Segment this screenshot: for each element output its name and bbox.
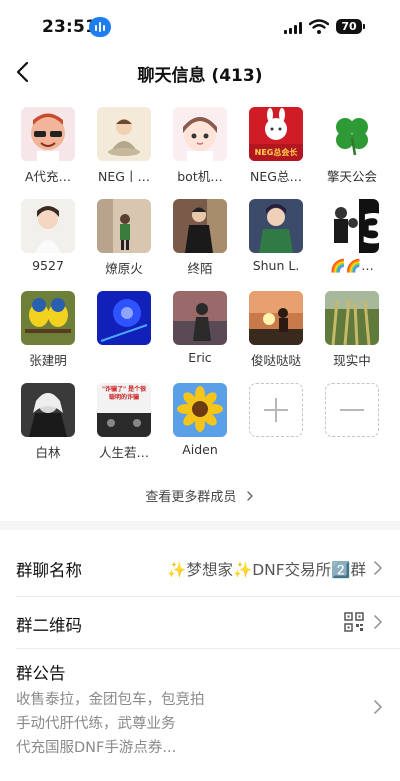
page-title: 聊天信息 (413) bbox=[137, 66, 263, 86]
group-name-value: ✨梦想家✨DNF交易所2️⃣群 bbox=[167, 561, 366, 579]
member-avatar bbox=[21, 291, 75, 345]
member-name: NEG丨… bbox=[98, 169, 150, 184]
member-avatar bbox=[325, 107, 379, 161]
member-item[interactable]: 俊哒哒哒 bbox=[241, 291, 311, 369]
add-member-item[interactable] bbox=[241, 383, 311, 461]
member-item[interactable]: 白林 bbox=[13, 383, 83, 461]
member-avatar bbox=[249, 199, 303, 253]
group-notice-row[interactable]: 群公告 收售泰拉，金团包车，包竞拍 手动代肝代练，武尊业务 代充国服DNF手游点… bbox=[0, 649, 400, 769]
member-item[interactable]: NEG总会长 NEG总… bbox=[241, 107, 311, 185]
avatar-banner-text: NEG总会长 bbox=[254, 148, 298, 157]
member-item[interactable]: 9527 bbox=[13, 199, 83, 277]
status-bar: 23:51 70 bbox=[0, 0, 400, 50]
group-notice-line: 手动代肝代练，武尊业务 bbox=[16, 716, 176, 732]
member-item[interactable]: Eric bbox=[165, 291, 235, 369]
member-name: A代充… bbox=[24, 169, 72, 184]
remove-member-button[interactable] bbox=[325, 383, 379, 437]
member-name: NEG总… bbox=[250, 169, 302, 184]
member-name: 🌈🌈… bbox=[330, 258, 374, 273]
svg-text:3: 3 bbox=[361, 207, 379, 253]
member-item[interactable]: 燎原火 bbox=[89, 199, 159, 277]
member-name: Shun L. bbox=[252, 258, 300, 273]
group-name-row[interactable]: 群聊名称 ✨梦想家✨DNF交易所2️⃣群 bbox=[0, 530, 400, 596]
member-avatar bbox=[21, 199, 75, 253]
chevron-right-icon bbox=[374, 700, 383, 714]
member-item[interactable]: Shun L. bbox=[241, 199, 311, 277]
group-name-label: 群聊名称 bbox=[16, 561, 82, 580]
more-members-link[interactable]: 查看更多群成员 bbox=[0, 486, 400, 505]
signal-icon bbox=[284, 22, 304, 34]
nav-bar: 聊天信息 (413) bbox=[0, 50, 400, 94]
member-avatar bbox=[21, 107, 75, 161]
add-member-button[interactable] bbox=[249, 383, 303, 437]
member-avatar bbox=[173, 107, 227, 161]
more-members-label: 查看更多群成员 bbox=[145, 490, 237, 505]
member-item[interactable]: bot机… bbox=[165, 107, 235, 185]
member-name: 现实中 bbox=[333, 353, 371, 368]
member-item[interactable]: 擎天公会 bbox=[317, 107, 387, 185]
member-avatar bbox=[173, 291, 227, 345]
member-item[interactable]: 张建明 bbox=[13, 291, 83, 369]
member-avatar bbox=[97, 199, 151, 253]
member-item[interactable]: 现实中 bbox=[317, 291, 387, 369]
member-avatar bbox=[173, 199, 227, 253]
member-item[interactable]: NEG丨… bbox=[89, 107, 159, 185]
member-item[interactable] bbox=[89, 291, 159, 369]
group-notice-line: 收售泰拉，金团包车，包竞拍 bbox=[16, 692, 205, 708]
member-name: 人生若… bbox=[98, 445, 149, 460]
avatar-poster-text: "诈骗了" 是个很聪明的诈骗 bbox=[101, 386, 147, 401]
member-avatar: 3 bbox=[325, 199, 379, 253]
member-item[interactable]: 3 🌈🌈… bbox=[317, 199, 387, 277]
member-avatar bbox=[173, 383, 227, 437]
member-avatar bbox=[97, 291, 151, 345]
battery-icon: 70 bbox=[336, 19, 362, 34]
member-item[interactable]: Aiden bbox=[165, 383, 235, 461]
member-name: Aiden bbox=[182, 442, 218, 457]
member-name: 俊哒哒哒 bbox=[250, 353, 301, 368]
member-avatar: "诈骗了" 是个很聪明的诈骗 bbox=[97, 383, 151, 437]
battery-tip bbox=[363, 24, 365, 29]
member-name: 燎原火 bbox=[105, 261, 143, 276]
voice-recording-icon[interactable] bbox=[89, 17, 111, 37]
chevron-right-icon bbox=[246, 491, 253, 501]
qr-code-label: 群二维码 bbox=[16, 616, 82, 635]
member-avatar: NEG总会长 bbox=[249, 107, 303, 161]
member-avatar bbox=[249, 291, 303, 345]
member-avatar bbox=[97, 107, 151, 161]
member-avatar bbox=[21, 383, 75, 437]
chevron-right-icon bbox=[374, 615, 383, 629]
member-name: 张建明 bbox=[29, 353, 67, 368]
member-item[interactable]: "诈骗了" 是个很聪明的诈骗 人生若… bbox=[89, 383, 159, 461]
group-notice-label: 群公告 bbox=[16, 664, 66, 683]
member-name: Eric bbox=[188, 350, 212, 365]
member-name: 白林 bbox=[35, 445, 61, 460]
member-item[interactable]: A代充… bbox=[13, 107, 83, 185]
group-settings: 群聊名称 ✨梦想家✨DNF交易所2️⃣群 群二维码 群公告 收售泰拉，金团包车，… bbox=[0, 530, 400, 781]
member-item[interactable]: 终陌 bbox=[165, 199, 235, 277]
wifi-icon bbox=[309, 19, 329, 34]
qr-code-icon bbox=[344, 612, 364, 632]
member-avatar bbox=[325, 291, 379, 345]
group-notice-line: 代充国服DNF手游点券... bbox=[16, 740, 177, 756]
member-name: 9527 bbox=[32, 258, 64, 273]
qr-code-row[interactable]: 群二维码 bbox=[0, 597, 400, 647]
member-name: 终陌 bbox=[187, 261, 213, 276]
chevron-right-icon bbox=[374, 561, 383, 575]
member-name: 擎天公会 bbox=[326, 169, 377, 184]
member-name: bot机… bbox=[177, 169, 223, 184]
remove-member-item[interactable] bbox=[317, 383, 387, 461]
